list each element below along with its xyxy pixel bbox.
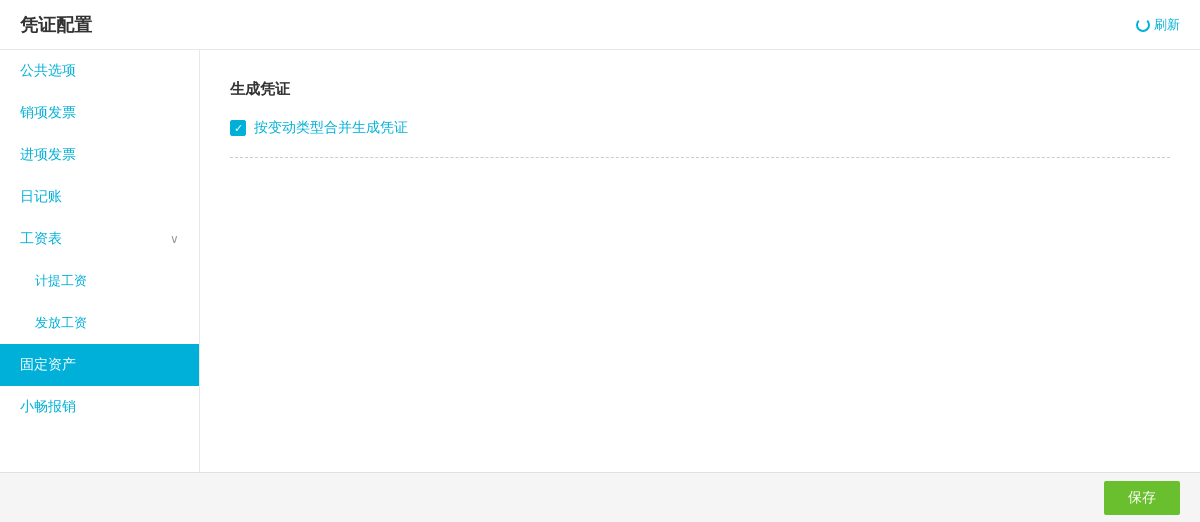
sidebar-item-label: 计提工资 bbox=[35, 272, 87, 290]
sidebar-item-label: 日记账 bbox=[20, 188, 62, 206]
header: 凭证配置 刷新 bbox=[0, 0, 1200, 50]
page-title: 凭证配置 bbox=[20, 13, 92, 37]
sidebar-item-label: 固定资产 bbox=[20, 356, 76, 374]
sidebar-item-pay-payroll[interactable]: 发放工资 bbox=[0, 302, 199, 344]
sidebar-item-label: 公共选项 bbox=[20, 62, 76, 80]
footer: 保存 bbox=[0, 472, 1200, 522]
sidebar-item-sales-invoice[interactable]: 销项发票 bbox=[0, 92, 199, 134]
refresh-button[interactable]: 刷新 bbox=[1136, 16, 1180, 34]
merge-by-type-label[interactable]: 按变动类型合并生成凭证 bbox=[254, 119, 408, 137]
main-layout: 公共选项销项发票进项发票日记账工资表 ∨ 计提工资发放工资固定资产小畅报销 生成凭证… bbox=[0, 50, 1200, 472]
page-wrapper: 凭证配置 刷新 公共选项销项发票进项发票日记账工资表 ∨ 计提工资发放工资固定资产小… bbox=[0, 0, 1200, 522]
content-area: 生成凭证 按变动类型合并生成凭证 bbox=[200, 50, 1200, 472]
sidebar-item-label: 进项发票 bbox=[20, 146, 76, 164]
sidebar-item-label: 小畅报销 bbox=[20, 398, 76, 416]
section-divider bbox=[230, 157, 1170, 158]
sidebar-item-fixed-assets[interactable]: 固定资产 bbox=[0, 344, 199, 386]
save-button[interactable]: 保存 bbox=[1104, 481, 1180, 515]
sidebar-item-label: 工资表 bbox=[20, 230, 62, 248]
chevron-down-icon: ∨ bbox=[170, 232, 179, 246]
checkbox-row: 按变动类型合并生成凭证 bbox=[230, 119, 1170, 137]
sidebar-item-expense-report[interactable]: 小畅报销 bbox=[0, 386, 199, 428]
sidebar-item-payroll-table[interactable]: 工资表 ∨ bbox=[0, 218, 199, 260]
sidebar-item-label: 销项发票 bbox=[20, 104, 76, 122]
sidebar-item-journal[interactable]: 日记账 bbox=[0, 176, 199, 218]
merge-by-type-checkbox[interactable] bbox=[230, 120, 246, 136]
sidebar-item-accrued-payroll[interactable]: 计提工资 bbox=[0, 260, 199, 302]
refresh-label: 刷新 bbox=[1154, 16, 1180, 34]
sidebar-item-label: 发放工资 bbox=[35, 314, 87, 332]
sidebar: 公共选项销项发票进项发票日记账工资表 ∨ 计提工资发放工资固定资产小畅报销 bbox=[0, 50, 200, 472]
sidebar-item-purchase-invoice[interactable]: 进项发票 bbox=[0, 134, 199, 176]
section-title: 生成凭证 bbox=[230, 80, 1170, 99]
sidebar-item-public-options[interactable]: 公共选项 bbox=[0, 50, 199, 92]
refresh-icon bbox=[1136, 18, 1150, 32]
